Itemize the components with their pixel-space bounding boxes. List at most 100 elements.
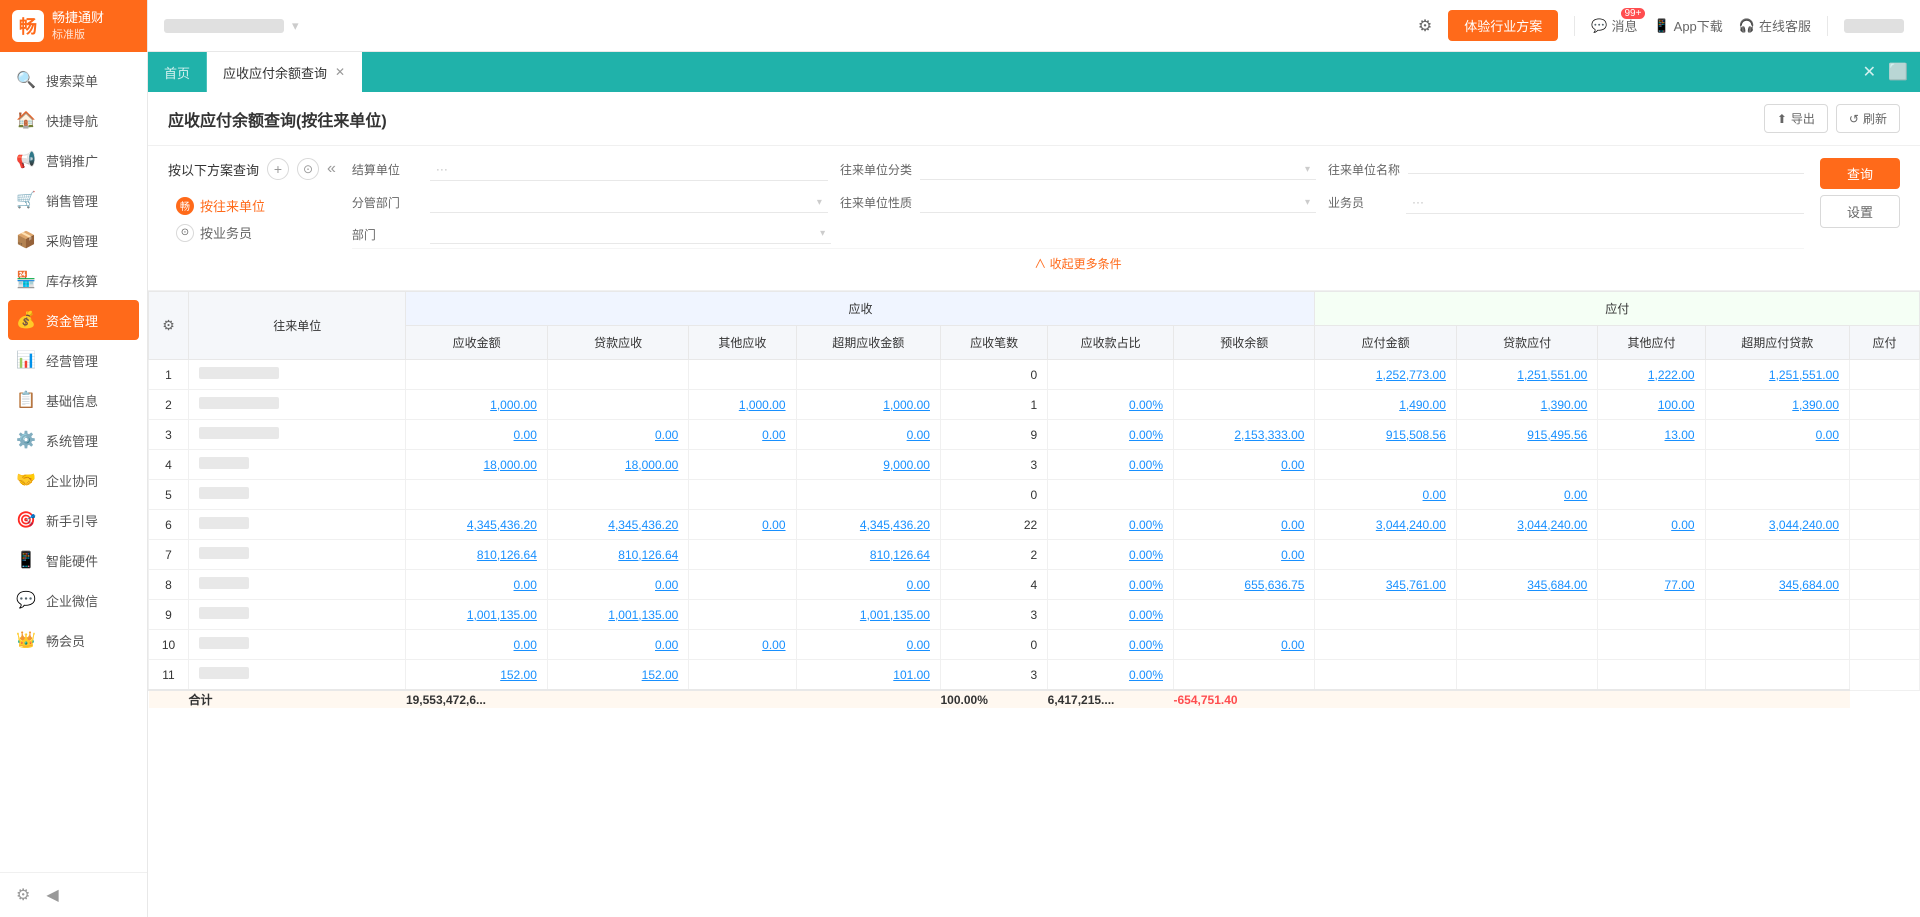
export-button[interactable]: ⬆ 导出 bbox=[1764, 104, 1828, 133]
sidebar-item-operation[interactable]: 📊 经营管理 bbox=[0, 340, 147, 380]
topbar-service[interactable]: 🎧 在线客服 bbox=[1739, 16, 1811, 35]
cell-value-link[interactable]: 1,252,773.00 bbox=[1376, 368, 1446, 382]
cell-value-link[interactable]: 655,636.75 bbox=[1244, 578, 1304, 592]
sidebar-item-finance[interactable]: 💰 资金管理 bbox=[8, 300, 139, 340]
sidebar-item-sales[interactable]: 🛒 销售管理 bbox=[0, 180, 147, 220]
sidebar-collapse-icon[interactable]: ◀ bbox=[46, 885, 58, 905]
cell-value-link[interactable]: 0.00% bbox=[1129, 428, 1163, 442]
laidanmingcheng-input[interactable] bbox=[1408, 165, 1804, 174]
cell-value-link[interactable]: 0.00% bbox=[1129, 548, 1163, 562]
cell-value-link[interactable]: 152.00 bbox=[500, 668, 537, 682]
cell-value-link[interactable]: 0.00% bbox=[1129, 668, 1163, 682]
cell-value-link[interactable]: 4,345,436.20 bbox=[608, 518, 678, 532]
cell-value-link[interactable]: 0.00% bbox=[1129, 458, 1163, 472]
cell-value-link[interactable]: 0.00 bbox=[907, 578, 930, 592]
cell-value-link[interactable]: 2,153,333.00 bbox=[1234, 428, 1304, 442]
sidebar-item-guide[interactable]: 🎯 新手引导 bbox=[0, 500, 147, 540]
cell-value-link[interactable]: 0.00% bbox=[1129, 608, 1163, 622]
cell-value-link[interactable]: 915,495.56 bbox=[1527, 428, 1587, 442]
cell-value-link[interactable]: 77.00 bbox=[1665, 578, 1695, 592]
cell-value-link[interactable]: 345,761.00 bbox=[1386, 578, 1446, 592]
cell-value-link[interactable]: 0.00 bbox=[514, 578, 537, 592]
cell-value-link[interactable]: 1,251,551.00 bbox=[1517, 368, 1587, 382]
yewuyuan-input[interactable]: ··· bbox=[1406, 191, 1804, 214]
sidebar-item-search[interactable]: 🔍 搜索菜单 bbox=[0, 60, 147, 100]
tab-close-icon[interactable]: ✕ bbox=[335, 65, 345, 79]
sidebar-item-member[interactable]: 👑 畅会员 bbox=[0, 620, 147, 660]
cell-value-link[interactable]: 3,044,240.00 bbox=[1517, 518, 1587, 532]
sidebar-settings-icon[interactable]: ⚙ bbox=[16, 885, 30, 905]
cell-value-link[interactable]: 101.00 bbox=[893, 668, 930, 682]
cell-value-link[interactable]: 1,000.00 bbox=[739, 398, 786, 412]
cell-value-link[interactable]: 0.00 bbox=[762, 428, 785, 442]
cell-value-link[interactable]: 0.00 bbox=[762, 518, 785, 532]
filter-scheme-settings[interactable]: ⊙ bbox=[297, 158, 319, 180]
sidebar-item-nav[interactable]: 🏠 快捷导航 bbox=[0, 100, 147, 140]
cell-value-link[interactable]: 0.00% bbox=[1129, 578, 1163, 592]
sidebar-item-inventory[interactable]: 🏪 库存核算 bbox=[0, 260, 147, 300]
cell-value-link[interactable]: 3,044,240.00 bbox=[1769, 518, 1839, 532]
cell-value-link[interactable]: 0.00 bbox=[1281, 518, 1304, 532]
cell-value-link[interactable]: 1,251,551.00 bbox=[1769, 368, 1839, 382]
cell-value-link[interactable]: 0.00 bbox=[907, 638, 930, 652]
cell-value-link[interactable]: 1,001,135.00 bbox=[608, 608, 678, 622]
setup-button[interactable]: 设置 bbox=[1820, 195, 1900, 228]
sidebar-item-marketing[interactable]: 📢 营销推广 bbox=[0, 140, 147, 180]
cell-value-link[interactable]: 0.00 bbox=[1281, 548, 1304, 562]
cell-value-link[interactable]: 0.00 bbox=[1281, 638, 1304, 652]
topbar-message[interactable]: 💬 消息 99+ bbox=[1591, 16, 1637, 35]
cell-value-link[interactable]: 0.00 bbox=[1423, 488, 1446, 502]
bumen-select[interactable]: ▾ bbox=[430, 224, 831, 244]
filter-add-button[interactable]: + bbox=[267, 158, 289, 180]
sidebar-item-hardware[interactable]: 📱 智能硬件 bbox=[0, 540, 147, 580]
cell-value-link[interactable]: 3,044,240.00 bbox=[1376, 518, 1446, 532]
solution-button[interactable]: 体验行业方案 bbox=[1448, 10, 1558, 41]
cell-value-link[interactable]: 810,126.64 bbox=[618, 548, 678, 562]
cell-value-link[interactable]: 345,684.00 bbox=[1527, 578, 1587, 592]
cell-value-link[interactable]: 152.00 bbox=[642, 668, 679, 682]
cell-value-link[interactable]: 0.00 bbox=[655, 578, 678, 592]
tab-ar-query[interactable]: 应收应付余额查询 ✕ bbox=[207, 52, 362, 92]
sidebar-item-wechat[interactable]: 💬 企业微信 bbox=[0, 580, 147, 620]
cell-value-link[interactable]: 1,222.00 bbox=[1648, 368, 1695, 382]
cell-value-link[interactable]: 18,000.00 bbox=[484, 458, 537, 472]
cell-value-link[interactable]: 13.00 bbox=[1665, 428, 1695, 442]
cell-value-link[interactable]: 810,126.64 bbox=[477, 548, 537, 562]
cell-value-link[interactable]: 0.00 bbox=[1816, 428, 1839, 442]
scheme-salesman[interactable]: ⊙ 按业务员 bbox=[168, 219, 336, 246]
tab-expand-btn[interactable]: ⬜ bbox=[1884, 58, 1912, 86]
cell-value-link[interactable]: 0.00 bbox=[655, 638, 678, 652]
cell-value-link[interactable]: 0.00 bbox=[1564, 488, 1587, 502]
cell-value-link[interactable]: 0.00 bbox=[1281, 458, 1304, 472]
cell-value-link[interactable]: 0.00 bbox=[514, 428, 537, 442]
cell-value-link[interactable]: 0.00 bbox=[762, 638, 785, 652]
cell-value-link[interactable]: 1,000.00 bbox=[490, 398, 537, 412]
topbar-gear-icon[interactable]: ⚙ bbox=[1418, 16, 1432, 36]
refresh-button[interactable]: ↺ 刷新 bbox=[1836, 104, 1900, 133]
cell-value-link[interactable]: 0.00 bbox=[655, 428, 678, 442]
laidanxingzhi-select[interactable]: ▾ bbox=[920, 193, 1316, 213]
laidanfenlei-select[interactable]: ▾ bbox=[920, 160, 1316, 180]
cell-value-link[interactable]: 0.00 bbox=[907, 428, 930, 442]
cell-value-link[interactable]: 0.00 bbox=[1671, 518, 1694, 532]
fenguan-select[interactable]: ▾ bbox=[430, 193, 828, 213]
cell-value-link[interactable]: 810,126.64 bbox=[870, 548, 930, 562]
topbar-app-download[interactable]: 📱 App下载 bbox=[1653, 16, 1722, 35]
cell-value-link[interactable]: 915,508.56 bbox=[1386, 428, 1446, 442]
jiesuan-input[interactable]: ··· bbox=[430, 158, 828, 181]
cell-value-link[interactable]: 18,000.00 bbox=[625, 458, 678, 472]
filter-more-btn[interactable]: ∧ 收起更多条件 bbox=[352, 248, 1804, 278]
sidebar-item-corp[interactable]: 🤝 企业协同 bbox=[0, 460, 147, 500]
cell-value-link[interactable]: 1,000.00 bbox=[883, 398, 930, 412]
cell-value-link[interactable]: 345,684.00 bbox=[1779, 578, 1839, 592]
cell-value-link[interactable]: 9,000.00 bbox=[883, 458, 930, 472]
cell-value-link[interactable]: 0.00 bbox=[514, 638, 537, 652]
query-button[interactable]: 查询 bbox=[1820, 158, 1900, 189]
cell-value-link[interactable]: 4,345,436.20 bbox=[467, 518, 537, 532]
scheme-partner[interactable]: 畅 按往来单位 bbox=[168, 192, 336, 219]
cell-value-link[interactable]: 1,001,135.00 bbox=[467, 608, 537, 622]
cell-value-link[interactable]: 1,490.00 bbox=[1399, 398, 1446, 412]
cell-value-link[interactable]: 0.00% bbox=[1129, 638, 1163, 652]
cell-value-link[interactable]: 1,390.00 bbox=[1541, 398, 1588, 412]
cell-value-link[interactable]: 1,001,135.00 bbox=[860, 608, 930, 622]
